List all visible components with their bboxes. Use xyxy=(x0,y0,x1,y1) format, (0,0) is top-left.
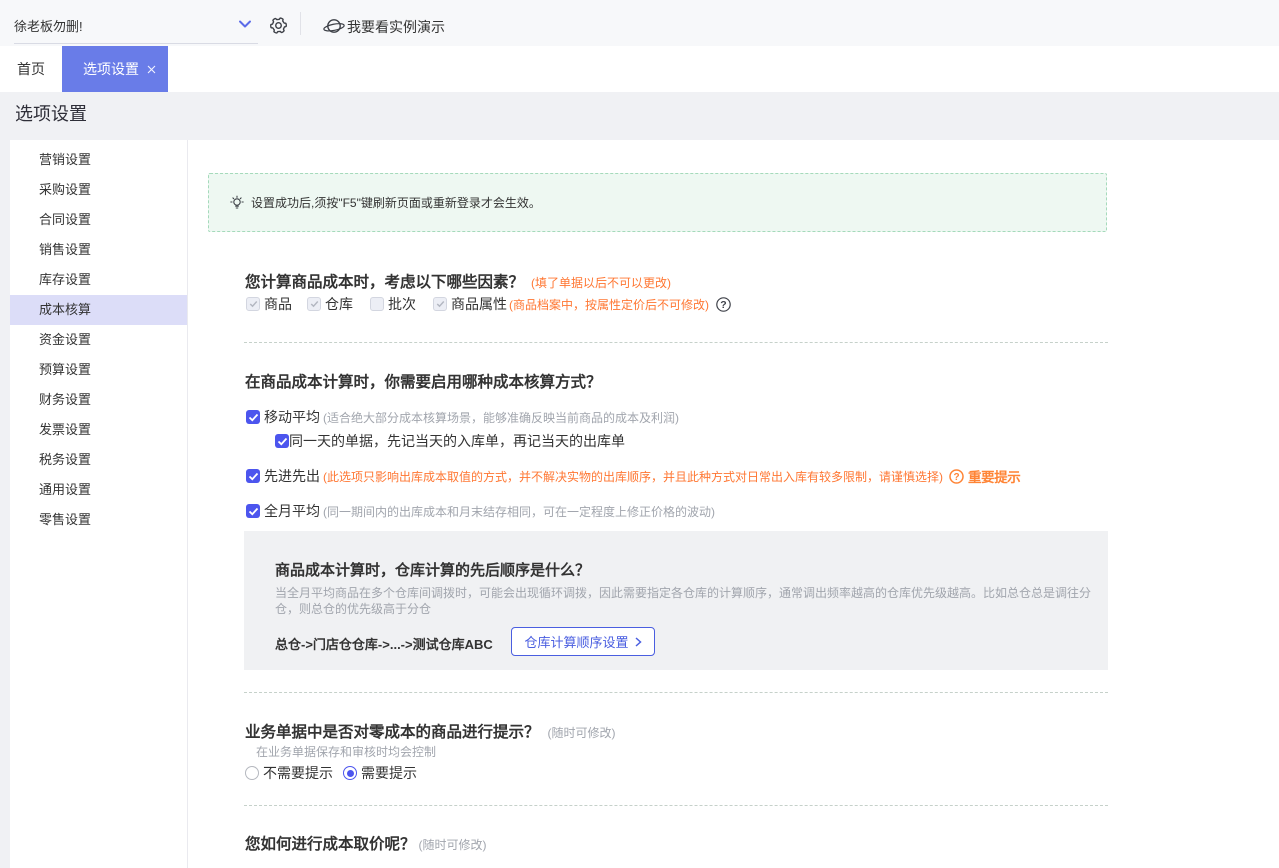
svg-text:?: ? xyxy=(953,472,959,483)
svg-text:?: ? xyxy=(720,299,726,311)
